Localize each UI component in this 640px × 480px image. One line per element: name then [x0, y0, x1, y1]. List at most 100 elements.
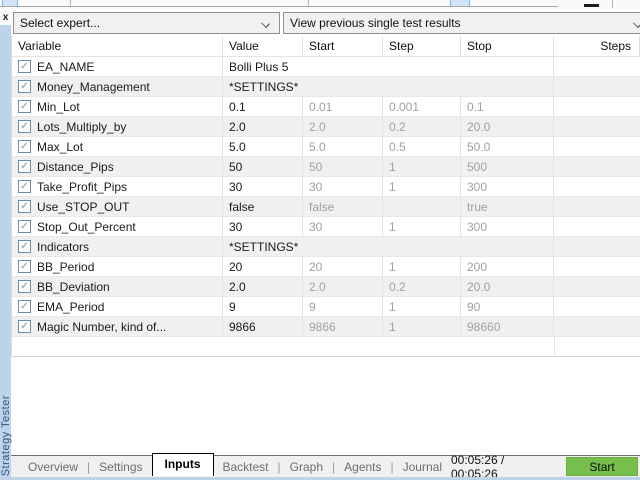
panel-close-button[interactable]: x	[0, 9, 11, 25]
value-cell[interactable]: 9866	[223, 317, 303, 336]
start-cell[interactable]: 2.0	[303, 117, 383, 136]
stop-cell[interactable]: 0.1	[461, 97, 554, 116]
tab-journal[interactable]: Journal	[394, 460, 451, 474]
stop-cell[interactable]: 300	[461, 217, 554, 236]
steps-cell[interactable]	[554, 277, 640, 296]
stop-cell[interactable]: 500	[461, 157, 554, 176]
steps-cell[interactable]	[554, 237, 640, 256]
start-cell[interactable]: 20	[303, 257, 383, 276]
table-row[interactable]: ✓ Min_Lot 0.1 0.01 0.001 0.1	[12, 97, 640, 117]
table-row[interactable]: ✓ Indicators *SETTINGS*	[12, 237, 640, 257]
column-header-variable[interactable]: Variable	[12, 36, 223, 56]
row-checkbox[interactable]: ✓	[18, 100, 31, 113]
steps-cell[interactable]	[554, 217, 640, 236]
step-cell[interactable]: 1	[383, 257, 461, 276]
row-checkbox[interactable]: ✓	[18, 200, 31, 213]
stop-cell[interactable]: 50.0	[461, 137, 554, 156]
column-header-value[interactable]: Value	[223, 36, 303, 56]
table-row[interactable]: ✓ Magic Number, kind of... 9866 9866 1 9866…	[12, 317, 640, 337]
table-row[interactable]: ✓ EA_NAME Bolli Plus 5	[12, 57, 640, 77]
step-cell[interactable]: 1	[383, 217, 461, 236]
start-cell[interactable]: 9866	[303, 317, 383, 336]
tab-inputs[interactable]: Inputs	[151, 453, 214, 476]
value-cell[interactable]: 50	[223, 157, 303, 176]
steps-cell[interactable]	[554, 257, 640, 276]
start-button[interactable]: Start	[566, 457, 638, 476]
table-row[interactable]: ✓ Stop_Out_Percent 30 30 1 300	[12, 217, 640, 237]
start-cell[interactable]: 5.0	[303, 137, 383, 156]
row-checkbox[interactable]: ✓	[18, 180, 31, 193]
value-cell[interactable]: *SETTINGS*	[223, 77, 554, 96]
tab-overview[interactable]: Overview	[19, 460, 87, 474]
column-header-step[interactable]: Step	[383, 36, 461, 56]
start-cell[interactable]: 9	[303, 297, 383, 316]
table-row[interactable]: ✓ Lots_Multiply_by 2.0 2.0 0.2 20.0	[12, 117, 640, 137]
table-row[interactable]: ✓ BB_Deviation 2.0 2.0 0.2 20.0	[12, 277, 640, 297]
value-cell[interactable]: 30	[223, 217, 303, 236]
steps-cell[interactable]	[554, 97, 640, 116]
table-row[interactable]: ✓ Max_Lot 5.0 5.0 0.5 50.0	[12, 137, 640, 157]
stop-cell[interactable]: true	[461, 197, 554, 216]
step-cell[interactable]: 1	[383, 177, 461, 196]
tab-backtest[interactable]: Backtest	[214, 460, 278, 474]
stop-cell[interactable]: 98660	[461, 317, 554, 336]
step-cell[interactable]	[383, 197, 461, 216]
tab-settings[interactable]: Settings	[90, 460, 151, 474]
row-checkbox[interactable]: ✓	[18, 220, 31, 233]
step-cell[interactable]: 0.2	[383, 117, 461, 136]
row-checkbox[interactable]: ✓	[18, 60, 31, 73]
value-cell[interactable]: 30	[223, 177, 303, 196]
stop-cell[interactable]: 300	[461, 177, 554, 196]
table-row[interactable]: ✓ Distance_Pips 50 50 1 500	[12, 157, 640, 177]
stop-cell[interactable]: 200	[461, 257, 554, 276]
stop-cell[interactable]: 90	[461, 297, 554, 316]
view-results-dropdown[interactable]: View previous single test results	[283, 12, 640, 34]
row-checkbox[interactable]: ✓	[18, 140, 31, 153]
value-cell[interactable]: *SETTINGS*	[223, 237, 554, 256]
row-checkbox[interactable]: ✓	[18, 260, 31, 273]
table-row[interactable]: ✓ Take_Profit_Pips 30 30 1 300	[12, 177, 640, 197]
value-cell[interactable]: 2.0	[223, 277, 303, 296]
row-checkbox[interactable]: ✓	[18, 300, 31, 313]
column-header-start[interactable]: Start	[303, 36, 383, 56]
table-row[interactable]: ✓ Use_STOP_OUT false false true	[12, 197, 640, 217]
row-checkbox[interactable]: ✓	[18, 240, 31, 253]
step-cell[interactable]: 1	[383, 157, 461, 176]
step-cell[interactable]: 0.001	[383, 97, 461, 116]
start-cell[interactable]: 0.01	[303, 97, 383, 116]
steps-cell[interactable]	[554, 57, 640, 76]
tab-agents[interactable]: Agents	[335, 460, 390, 474]
expert-select-dropdown[interactable]: Select expert...	[13, 12, 280, 34]
steps-cell[interactable]	[554, 137, 640, 156]
row-checkbox[interactable]: ✓	[18, 160, 31, 173]
value-cell[interactable]: 0.1	[223, 97, 303, 116]
row-checkbox[interactable]: ✓	[18, 120, 31, 133]
start-cell[interactable]: false	[303, 197, 383, 216]
start-cell[interactable]: 30	[303, 177, 383, 196]
steps-cell[interactable]	[554, 177, 640, 196]
value-cell[interactable]: 2.0	[223, 117, 303, 136]
step-cell[interactable]: 1	[383, 317, 461, 336]
column-header-stop[interactable]: Stop	[461, 36, 554, 56]
steps-cell[interactable]	[554, 197, 640, 216]
steps-cell[interactable]	[554, 77, 640, 96]
start-cell[interactable]: 50	[303, 157, 383, 176]
row-checkbox[interactable]: ✓	[18, 320, 31, 333]
steps-cell[interactable]	[554, 297, 640, 316]
value-cell[interactable]: Bolli Plus 5	[223, 57, 554, 76]
start-cell[interactable]: 2.0	[303, 277, 383, 296]
stop-cell[interactable]: 20.0	[461, 117, 554, 136]
table-row[interactable]: ✓ Money_Management *SETTINGS*	[12, 77, 640, 97]
step-cell[interactable]: 1	[383, 297, 461, 316]
table-row[interactable]: ✓ EMA_Period 9 9 1 90	[12, 297, 640, 317]
tab-graph[interactable]: Graph	[281, 460, 332, 474]
value-cell[interactable]: 20	[223, 257, 303, 276]
start-cell[interactable]: 30	[303, 217, 383, 236]
stop-cell[interactable]: 20.0	[461, 277, 554, 296]
steps-cell[interactable]	[554, 117, 640, 136]
value-cell[interactable]: false	[223, 197, 303, 216]
row-checkbox[interactable]: ✓	[18, 280, 31, 293]
column-header-steps[interactable]: Steps	[554, 36, 640, 56]
value-cell[interactable]: 5.0	[223, 137, 303, 156]
step-cell[interactable]: 0.5	[383, 137, 461, 156]
